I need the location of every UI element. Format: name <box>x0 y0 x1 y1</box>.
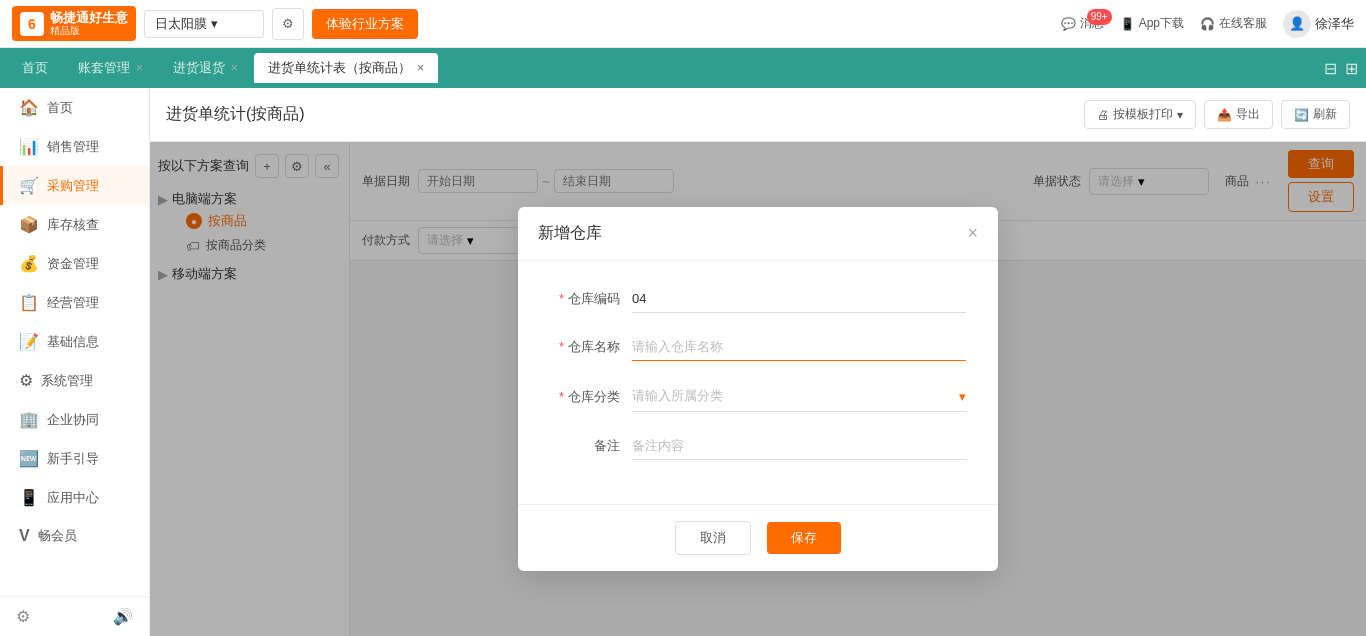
tabs-bar: 首页 账套管理 × 进货退货 × 进货单统计表（按商品） × ⊟ ⊞ <box>0 48 1366 88</box>
finance-icon: 💰 <box>19 254 39 273</box>
content-header-right: 🖨 按模板打印 ▾ 📤 导出 🔄 刷新 <box>1084 100 1350 129</box>
chevron-down-icon: ▾ <box>211 16 218 31</box>
main-layout: 🏠 首页 📊 销售管理 🛒 采购管理 📦 库存核查 💰 资金管理 📋 经营管理 … <box>0 88 1366 636</box>
form-row-code: 仓库编码 <box>550 285 966 313</box>
settings-gear-button[interactable]: ⚙ <box>272 8 304 40</box>
avatar-icon: 👤 <box>1283 10 1311 38</box>
settings-bottom-icon[interactable]: ⚙ <box>16 607 30 626</box>
message-button[interactable]: 💬 消息 99+ <box>1061 15 1104 32</box>
print-icon: 🖨 <box>1097 108 1109 122</box>
refresh-icon: 🔄 <box>1294 108 1309 122</box>
sidebar-item-apps[interactable]: 📱 应用中心 <box>0 478 149 517</box>
tab-close-purchase-return[interactable]: × <box>231 61 238 75</box>
basic-icon: 📝 <box>19 332 39 351</box>
code-input[interactable] <box>632 285 966 313</box>
message-icon: 💬 <box>1061 17 1076 31</box>
sidebar-item-purchase[interactable]: 🛒 采购管理 <box>0 166 149 205</box>
code-label: 仓库编码 <box>550 290 620 308</box>
top-header: 6 畅捷通好生意 精品版 日太阳膜 ▾ ⚙ 体验行业方案 💬 消息 99+ 📱 … <box>0 0 1366 48</box>
category-select[interactable]: 请输入所属分类 ▾ <box>632 381 966 412</box>
tab-close-purchase-stats[interactable]: × <box>417 61 424 75</box>
logo-area: 6 畅捷通好生意 精品版 <box>12 6 136 42</box>
sales-icon: 📊 <box>19 137 39 156</box>
form-row-name: 仓库名称 <box>550 333 966 361</box>
home-icon: 🏠 <box>19 98 39 117</box>
print-button[interactable]: 🖨 按模板打印 ▾ <box>1084 100 1196 129</box>
inventory-icon: 📦 <box>19 215 39 234</box>
form-row-category: 仓库分类 请输入所属分类 ▾ <box>550 381 966 412</box>
tab-purchase-return[interactable]: 进货退货 × <box>159 53 252 83</box>
dialog-overlay: 新增仓库 × 仓库编码 仓库名称 <box>150 142 1366 636</box>
sidebar: 🏠 首页 📊 销售管理 🛒 采购管理 📦 库存核查 💰 资金管理 📋 经营管理 … <box>0 88 150 636</box>
sidebar-item-sales[interactable]: 📊 销售管理 <box>0 127 149 166</box>
cancel-button[interactable]: 取消 <box>675 521 751 555</box>
sound-icon[interactable]: 🔊 <box>113 607 133 626</box>
tab-close-account[interactable]: × <box>136 61 143 75</box>
page-title: 进货单统计(按商品) <box>166 104 305 125</box>
chevron-down-icon: ▾ <box>959 389 966 404</box>
export-icon: 📤 <box>1217 108 1232 122</box>
maximize-window-icon[interactable]: ⊞ <box>1345 59 1358 78</box>
sidebar-item-member[interactable]: V 畅会员 <box>0 517 149 555</box>
sidebar-item-home[interactable]: 🏠 首页 <box>0 88 149 127</box>
download-icon: 📱 <box>1120 17 1135 31</box>
content-header: 进货单统计(按商品) 🖨 按模板打印 ▾ 📤 导出 🔄 刷新 <box>150 88 1366 142</box>
sidebar-item-system[interactable]: ⚙ 系统管理 <box>0 361 149 400</box>
sidebar-item-finance[interactable]: 💰 资金管理 <box>0 244 149 283</box>
tab-home[interactable]: 首页 <box>8 53 62 83</box>
logo-icon: 6 <box>20 12 44 36</box>
dialog-close-button[interactable]: × <box>967 223 978 244</box>
tabs-right-actions: ⊟ ⊞ <box>1324 59 1358 78</box>
export-button[interactable]: 📤 导出 <box>1204 100 1273 129</box>
sidebar-item-inventory[interactable]: 📦 库存核查 <box>0 205 149 244</box>
restore-window-icon[interactable]: ⊟ <box>1324 59 1337 78</box>
header-actions: 💬 消息 99+ 📱 App下载 🎧 在线客服 👤 徐泽华 <box>1061 10 1354 38</box>
content-body: 按以下方案查询 + ⚙ « ▶ 电脑端方案 ● 按商品 <box>150 142 1366 636</box>
guide-icon: 🆕 <box>19 449 39 468</box>
member-icon: V <box>19 527 30 545</box>
enterprise-icon: 🏢 <box>19 410 39 429</box>
name-input[interactable] <box>632 333 966 361</box>
remark-label: 备注 <box>550 437 620 455</box>
tab-account[interactable]: 账套管理 × <box>64 53 157 83</box>
dialog-body: 仓库编码 仓库名称 仓库分类 请输入所属分类 <box>518 261 998 504</box>
tab-purchase-stats[interactable]: 进货单统计表（按商品） × <box>254 53 438 83</box>
headset-icon: 🎧 <box>1200 17 1215 31</box>
logo-text: 畅捷通好生意 精品版 <box>50 10 128 38</box>
sidebar-bottom: ⚙ 🔊 <box>0 596 149 636</box>
category-label: 仓库分类 <box>550 388 620 406</box>
dialog-header: 新增仓库 × <box>518 207 998 261</box>
sidebar-item-operation[interactable]: 📋 经营管理 <box>0 283 149 322</box>
sidebar-item-enterprise[interactable]: 🏢 企业协同 <box>0 400 149 439</box>
app-download-button[interactable]: 📱 App下载 <box>1120 15 1184 32</box>
user-avatar[interactable]: 👤 徐泽华 <box>1283 10 1354 38</box>
online-service-button[interactable]: 🎧 在线客服 <box>1200 15 1267 32</box>
refresh-button[interactable]: 🔄 刷新 <box>1281 100 1350 129</box>
name-label: 仓库名称 <box>550 338 620 356</box>
apps-icon: 📱 <box>19 488 39 507</box>
store-selector[interactable]: 日太阳膜 ▾ <box>144 10 264 38</box>
sidebar-item-basic[interactable]: 📝 基础信息 <box>0 322 149 361</box>
content-area: 进货单统计(按商品) 🖨 按模板打印 ▾ 📤 导出 🔄 刷新 <box>150 88 1366 636</box>
dialog-footer: 取消 保存 <box>518 504 998 571</box>
system-icon: ⚙ <box>19 371 33 390</box>
message-badge: 99+ <box>1087 9 1112 25</box>
dialog-title: 新增仓库 <box>538 223 602 244</box>
trial-button[interactable]: 体验行业方案 <box>312 9 418 39</box>
sidebar-item-guide[interactable]: 🆕 新手引导 <box>0 439 149 478</box>
form-row-remark: 备注 <box>550 432 966 460</box>
remark-input[interactable] <box>632 432 966 460</box>
chevron-down-icon: ▾ <box>1177 108 1183 122</box>
header-icon-group: 💬 消息 99+ 📱 App下载 🎧 在线客服 <box>1061 15 1267 32</box>
purchase-icon: 🛒 <box>19 176 39 195</box>
operation-icon: 📋 <box>19 293 39 312</box>
save-button[interactable]: 保存 <box>767 522 841 554</box>
new-warehouse-dialog: 新增仓库 × 仓库编码 仓库名称 <box>518 207 998 571</box>
